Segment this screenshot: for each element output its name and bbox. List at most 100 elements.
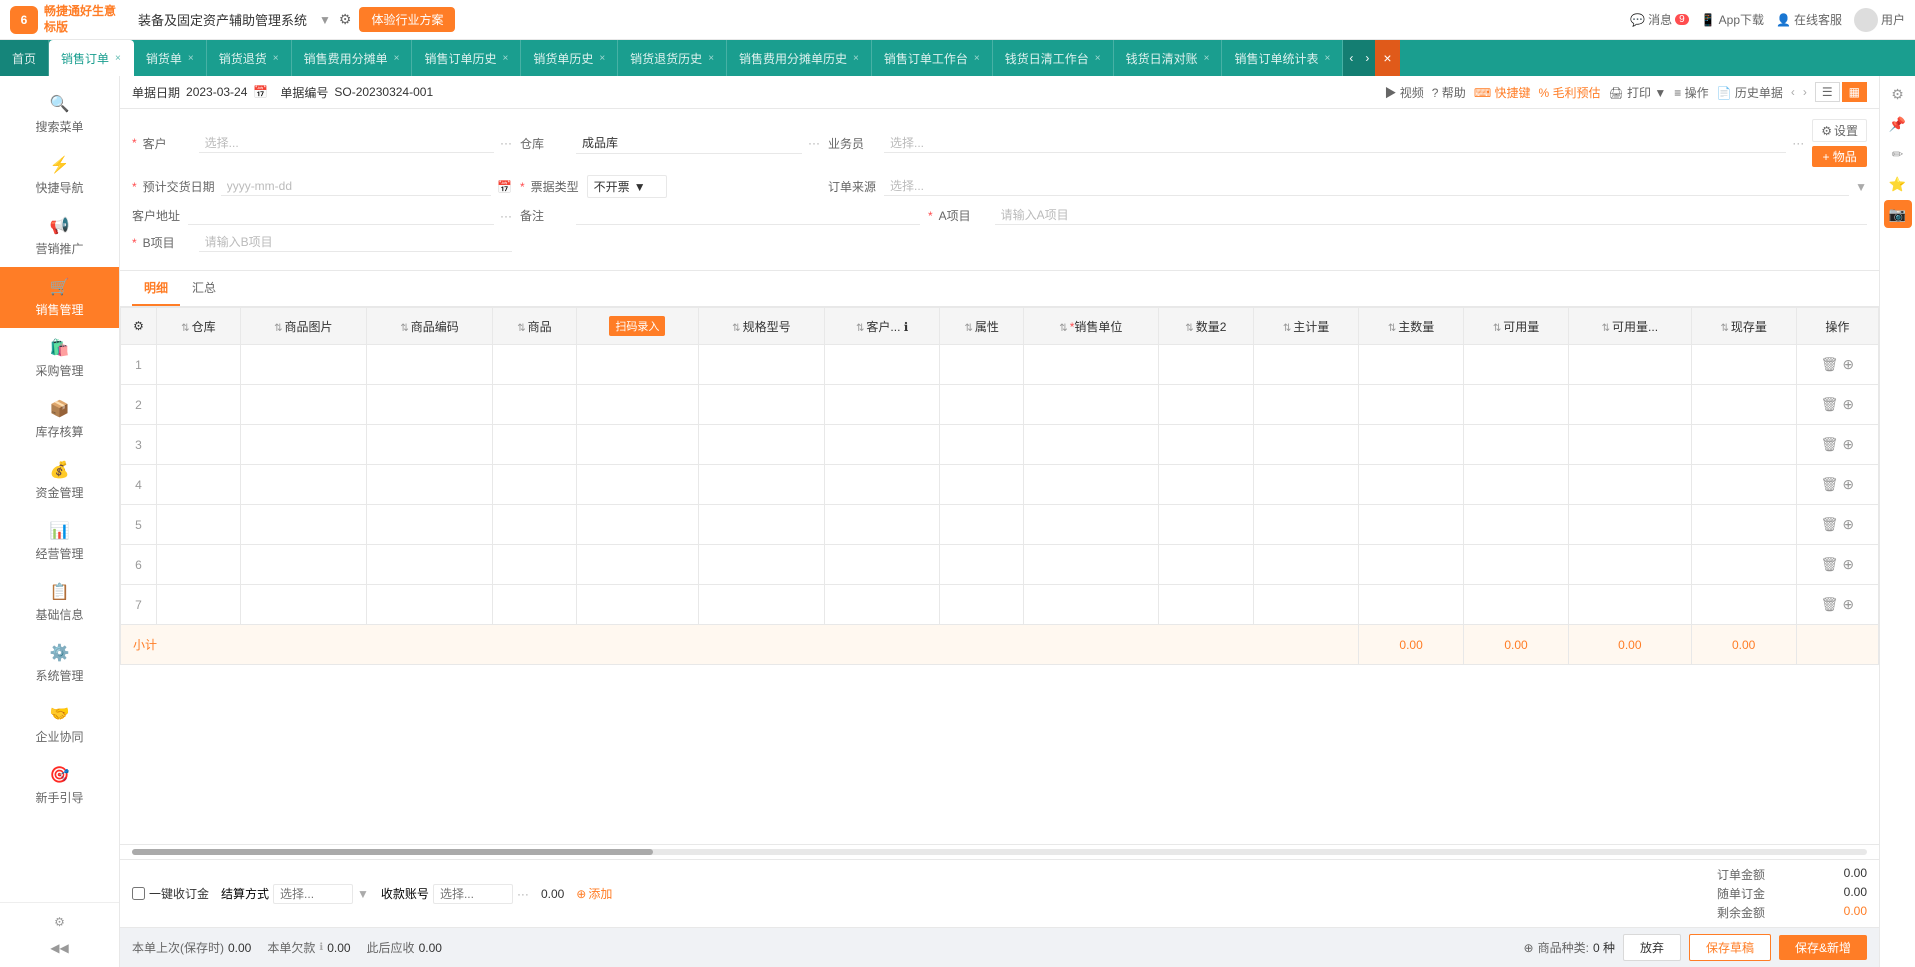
user-btn[interactable]: 用户 — [1854, 8, 1905, 32]
profit-btn[interactable]: % 毛利预估 — [1538, 84, 1600, 101]
row-1-delete-icon[interactable]: 🗑 — [1821, 356, 1839, 373]
one-key-checkbox-label[interactable]: 一键收订金 — [132, 885, 209, 902]
delivery-calendar-icon[interactable]: 📅 — [497, 180, 512, 194]
row-7-copy-icon[interactable]: ⊕ — [1842, 596, 1854, 613]
add-goods-btn[interactable]: + 物品 — [1812, 146, 1867, 167]
tab-return-history-close[interactable]: × — [708, 53, 714, 64]
tab-expense-history-close[interactable]: × — [853, 53, 859, 64]
tab-return-close[interactable]: × — [273, 53, 279, 64]
row-2-copy-icon[interactable]: ⊕ — [1842, 396, 1854, 413]
scroll-thumb[interactable] — [132, 849, 653, 855]
online-service-btn[interactable]: 👤 在线客服 — [1776, 11, 1842, 28]
row-7-delete-icon[interactable]: 🗑 — [1821, 596, 1839, 613]
delivery-date-input[interactable] — [221, 177, 491, 196]
tab-invoice-close[interactable]: × — [188, 53, 194, 64]
tab-return-history[interactable]: 销货退货历史 × — [618, 40, 727, 76]
right-panel-camera-icon[interactable]: 📷 — [1884, 200, 1912, 228]
sidebar-item-basic[interactable]: 📋 基础信息 — [0, 572, 119, 633]
right-panel-settings-icon[interactable]: ⚙ — [1884, 80, 1912, 108]
invoice-type-select[interactable]: 不开票 ▼ — [587, 175, 667, 198]
right-panel-pin-icon[interactable]: 📌 — [1884, 110, 1912, 138]
detail-tab[interactable]: 明细 — [132, 271, 180, 306]
account-more-btn[interactable]: ··· — [517, 887, 529, 901]
video-btn[interactable]: ▶ 视频 — [1384, 84, 1423, 101]
tab-workbench[interactable]: 销售订单工作台 × — [872, 40, 993, 76]
sidebar-item-guide[interactable]: 🎯 新手引导 — [0, 755, 119, 816]
tab-next-btn[interactable]: › — [1359, 40, 1375, 76]
scroll-track[interactable] — [132, 849, 1867, 855]
tab-return[interactable]: 销货退货 × — [207, 40, 292, 76]
sidebar-item-inventory[interactable]: 📦 库存核算 — [0, 389, 119, 450]
app-download-btn[interactable]: 📱 App下载 — [1701, 11, 1764, 28]
tab-order-history[interactable]: 销售订单历史 × — [412, 40, 521, 76]
sidebar-item-system[interactable]: ⚙️ 系统管理 — [0, 633, 119, 694]
tab-daily-workbench-close[interactable]: × — [1095, 53, 1101, 64]
payment-method-input[interactable] — [273, 884, 353, 904]
sidebar-collapse-btn[interactable]: ◀◀ — [50, 937, 68, 959]
a-project-input[interactable] — [995, 206, 1867, 225]
tab-expense-close[interactable]: × — [394, 53, 400, 64]
sidebar-item-marketing[interactable]: 📢 营销推广 — [0, 206, 119, 267]
print-btn[interactable]: 🖨 打印 ▼ — [1608, 84, 1666, 101]
settings-icon[interactable]: ⚙ — [339, 11, 352, 28]
right-panel-edit-icon[interactable]: ✏ — [1884, 140, 1912, 168]
col-settings[interactable]: ⚙ — [121, 308, 157, 345]
tab-sales-order[interactable]: 销售订单 × — [49, 40, 134, 76]
tab-order-history-close[interactable]: × — [502, 53, 508, 64]
tab-daily-workbench[interactable]: 钱货日清工作台 × — [993, 40, 1114, 76]
one-key-checkbox[interactable] — [132, 887, 145, 900]
row-3-copy-icon[interactable]: ⊕ — [1842, 436, 1854, 453]
tab-stats[interactable]: 销售订单统计表 × — [1222, 40, 1343, 76]
row-5-delete-icon[interactable]: 🗑 — [1821, 516, 1839, 533]
tab-reconcile[interactable]: 钱货日清对账 × — [1114, 40, 1223, 76]
sidebar-settings-btn[interactable]: ⚙ — [54, 911, 65, 933]
salesperson-more-btn[interactable]: ··· — [1792, 136, 1804, 150]
tab-invoice[interactable]: 销货单 × — [134, 40, 207, 76]
tab-stats-close[interactable]: × — [1324, 53, 1330, 64]
toolbar-next-icon[interactable]: › — [1803, 85, 1807, 99]
warehouse-more-btn[interactable]: ··· — [808, 136, 820, 150]
message-btn[interactable]: 💬 消息 9 — [1630, 11, 1689, 28]
shortcut-btn[interactable]: ⌨ 快捷键 — [1474, 84, 1531, 101]
tab-expense[interactable]: 销售费用分摊单 × — [292, 40, 413, 76]
row-3-delete-icon[interactable]: 🗑 — [1821, 436, 1839, 453]
summary-tab[interactable]: 汇总 — [180, 271, 228, 306]
system-dropdown-icon[interactable]: ▼ — [319, 13, 331, 27]
tab-invoice-history-close[interactable]: × — [599, 53, 605, 64]
tab-close-all-btn[interactable]: × — [1375, 40, 1399, 76]
toolbar-prev-icon[interactable]: ‹ — [1791, 85, 1795, 99]
sidebar-item-finance[interactable]: 💰 资金管理 — [0, 450, 119, 511]
tab-workbench-close[interactable]: × — [974, 53, 980, 64]
address-input[interactable] — [188, 206, 494, 225]
operation-btn[interactable]: ≡ 操作 — [1674, 84, 1708, 101]
tab-reconcile-close[interactable]: × — [1204, 53, 1210, 64]
order-source-input[interactable] — [884, 177, 1849, 196]
row-4-copy-icon[interactable]: ⊕ — [1842, 476, 1854, 493]
history-btn[interactable]: 📄 历史单据 — [1717, 84, 1783, 101]
industry-btn[interactable]: 体验行业方案 — [359, 7, 455, 32]
row-2-delete-icon[interactable]: 🗑 — [1821, 396, 1839, 413]
barcode-scan-btn[interactable]: 扫码录入 — [609, 316, 665, 336]
right-panel-star-icon[interactable]: ⭐ — [1884, 170, 1912, 198]
save-draft-btn[interactable]: 保存草稿 — [1689, 934, 1771, 961]
sidebar-item-search[interactable]: 🔍 搜索菜单 — [0, 84, 119, 145]
tab-sales-order-close[interactable]: × — [115, 53, 121, 64]
row-6-delete-icon[interactable]: 🗑 — [1821, 556, 1839, 573]
sidebar-item-sales[interactable]: 🛒 销售管理 — [0, 267, 119, 328]
add-btn[interactable]: ⊕ 添加 — [576, 885, 612, 902]
payment-method-arrow[interactable]: ▼ — [357, 887, 369, 901]
sidebar-item-enterprise[interactable]: 🤝 企业协同 — [0, 694, 119, 755]
b-project-input[interactable] — [199, 233, 512, 252]
settings-float-btn[interactable]: ⚙ 设置 — [1812, 119, 1867, 142]
sidebar-item-nav[interactable]: ⚡ 快捷导航 — [0, 145, 119, 206]
tab-prev-btn[interactable]: ‹ — [1343, 40, 1359, 76]
tab-expense-history[interactable]: 销售费用分摊单历史 × — [727, 40, 872, 76]
help-btn[interactable]: ? 帮助 — [1432, 84, 1466, 101]
row-1-copy-icon[interactable]: ⊕ — [1842, 356, 1854, 373]
customer-input[interactable] — [199, 134, 494, 153]
customer-more-btn[interactable]: ··· — [500, 136, 512, 150]
remarks-input[interactable] — [576, 206, 920, 225]
sidebar-item-purchase[interactable]: 🛍️ 采购管理 — [0, 328, 119, 389]
row-6-copy-icon[interactable]: ⊕ — [1842, 556, 1854, 573]
discard-btn[interactable]: 放弃 — [1623, 934, 1681, 961]
